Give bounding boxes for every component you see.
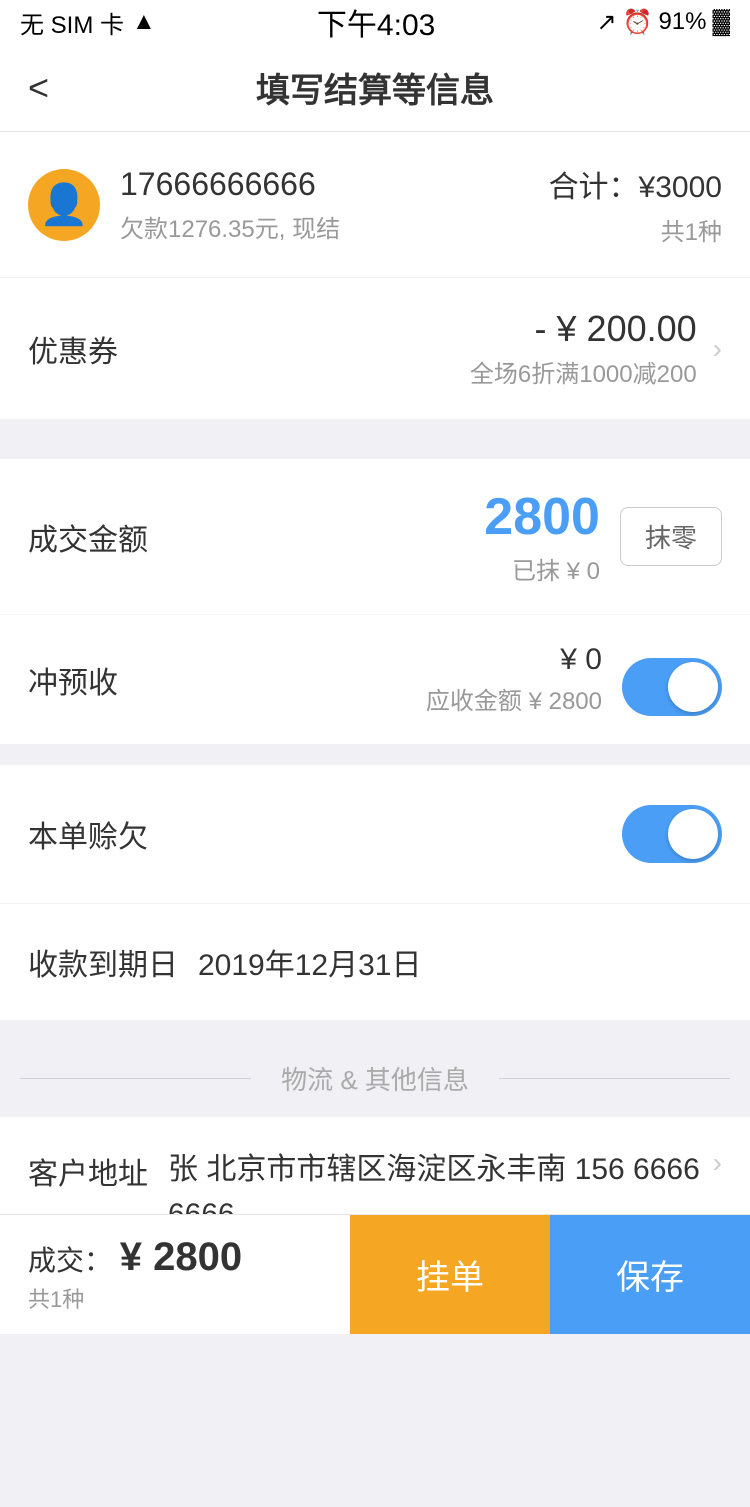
header-line-left [20, 1078, 251, 1079]
logistics-header: 物流 & 其他信息 [0, 1040, 750, 1117]
bottom-deal-label: 成交： ¥ 2800 [28, 1235, 322, 1280]
customer-phone: 17666666666 [120, 166, 340, 203]
status-left: 无 SIM 卡 ▲ [20, 5, 156, 40]
alarm-icon: ⏰ [623, 8, 653, 37]
deal-amount-sub: 已抹 ¥ 0 [484, 551, 600, 586]
customer-debt: 欠款1276.35元, 现结 [120, 209, 340, 244]
prepay-amount: ¥ 0 [426, 643, 602, 677]
back-button[interactable]: < [28, 67, 49, 109]
bottom-summary: 成交： ¥ 2800 共1种 [0, 1235, 350, 1314]
avatar-icon: 👤 [39, 181, 89, 228]
round-button[interactable]: 抹零 [620, 507, 722, 566]
section-divider-1 [0, 439, 750, 459]
debit-label: 本单赊欠 [28, 812, 148, 856]
deal-amount-label: 成交金额 [28, 515, 148, 559]
debit-row: 本单赊欠 [0, 765, 750, 903]
prepay-label: 冲预收 [28, 658, 118, 702]
duedate-value: 2019年12月31日 [198, 940, 421, 984]
bottom-amount: ¥ 2800 [120, 1235, 242, 1279]
duedate-section: 收款到期日 2019年12月31日 [0, 904, 750, 1020]
bottom-count: 共1种 [28, 1282, 322, 1314]
status-bar: 无 SIM 卡 ▲ 下午4:03 ↗ ⏰ 91% ▓ [0, 0, 750, 44]
chevron-right-icon: › [713, 333, 722, 365]
nav-title: 填写结算等信息 [256, 63, 494, 112]
debit-toggle-knob [668, 809, 718, 859]
no-sim-text: 无 SIM 卡 [20, 5, 124, 40]
duedate-label: 收款到期日 [28, 940, 178, 984]
coupon-label: 优惠券 [28, 327, 118, 371]
prepay-row: 冲预收 ¥ 0 应收金额 ¥ 2800 [0, 615, 750, 744]
customer-left: 👤 17666666666 欠款1276.35元, 现结 [28, 166, 340, 244]
nav-bar: < 填写结算等信息 [0, 44, 750, 132]
bottom-buttons: 挂单 保存 [350, 1215, 750, 1334]
deal-label: 成交： [28, 1245, 112, 1276]
header-line-right [499, 1078, 730, 1079]
battery-icon: ▓ [713, 8, 731, 36]
pending-button[interactable]: 挂单 [350, 1215, 550, 1334]
avatar: 👤 [28, 169, 100, 241]
status-time: 下午4:03 [317, 0, 435, 44]
customer-info: 17666666666 欠款1276.35元, 现结 [120, 166, 340, 244]
prepay-right: ¥ 0 应收金额 ¥ 2800 [426, 643, 722, 716]
location-icon: ↗ [596, 8, 616, 37]
prepay-values: ¥ 0 应收金额 ¥ 2800 [426, 643, 602, 716]
bottom-bar: 成交： ¥ 2800 共1种 挂单 保存 [0, 1214, 750, 1334]
prepay-toggle[interactable] [622, 658, 722, 716]
prepay-desc: 应收金额 ¥ 2800 [426, 681, 602, 716]
coupon-row[interactable]: 优惠券 - ¥ 200.00 全场6折满1000减200 › [0, 278, 750, 419]
address-chevron-icon: › [713, 1147, 722, 1179]
debit-section: 本单赊欠 [0, 765, 750, 903]
total-count: 共1种 [549, 212, 722, 247]
coupon-discount: - ¥ 200.00 [470, 308, 697, 350]
wifi-icon: ▲ [132, 8, 156, 36]
section-divider-2 [0, 745, 750, 765]
deal-amount-section: 成交金额 2800 已抹 ¥ 0 抹零 冲预收 ¥ 0 应收金额 ¥ 2800 [0, 459, 750, 744]
deal-amount-row: 成交金额 2800 已抹 ¥ 0 抹零 [0, 459, 750, 615]
deal-amount-value-area: 2800 已抹 ¥ 0 抹零 [484, 487, 722, 586]
customer-card: 👤 17666666666 欠款1276.35元, 现结 合计：¥3000 共1… [0, 132, 750, 277]
toggle-knob [668, 662, 718, 712]
duedate-row: 收款到期日 2019年12月31日 [0, 904, 750, 1020]
save-button[interactable]: 保存 [550, 1215, 750, 1334]
coupon-right: - ¥ 200.00 全场6折满1000减200 › [470, 308, 722, 389]
logistics-header-text: 物流 & 其他信息 [271, 1060, 479, 1097]
coupon-desc: 全场6折满1000减200 [470, 354, 697, 389]
battery-text: 91% [658, 8, 706, 36]
deal-amount-value: 2800 [484, 487, 600, 547]
status-right: ↗ ⏰ 91% ▓ [596, 8, 730, 37]
total-amount: 合计：¥3000 [549, 162, 722, 206]
customer-total: 合计：¥3000 共1种 [549, 162, 722, 247]
debit-toggle[interactable] [622, 805, 722, 863]
address-label: 客户地址 [28, 1149, 148, 1193]
